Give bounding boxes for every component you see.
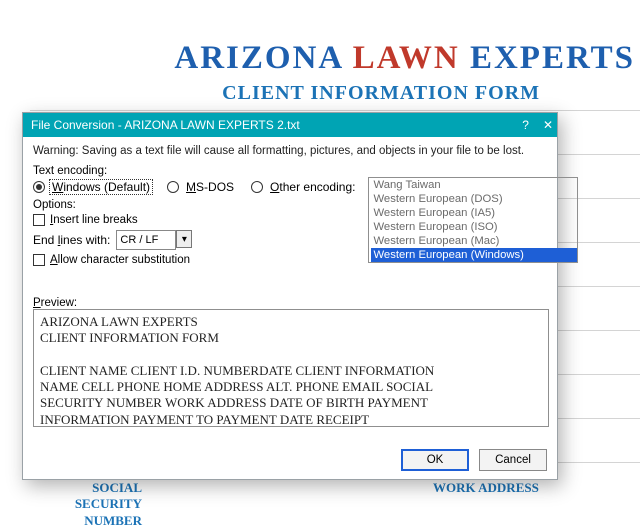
encoding-radio-row: Windows (Default) MS-DOS Other encoding: [33,179,358,195]
label-ssn-l1: SOCIAL [30,480,142,496]
preview-line: INFORMATION PAYMENT TO PAYMENT DATE RECE… [40,412,542,428]
doc-title-seg1: ARIZONA [174,40,352,76]
radio-other-label: Other encoding: [267,179,358,195]
label-ssn: SOCIAL SECURITY NUMBER [30,480,150,529]
preview-line [40,347,542,363]
radio-other[interactable]: Other encoding: [251,179,358,195]
dialog-titlebar[interactable]: File Conversion - ARIZONA LAWN EXPERTS 2… [23,113,557,137]
options-label: Options: [33,199,358,211]
radio-msdos-circle[interactable] [167,181,179,193]
form-footer: SOCIAL SECURITY NUMBER WORK ADDRESS [30,480,630,529]
encoding-listbox[interactable]: Wang TaiwanWestern European (DOS)Western… [368,177,578,263]
encoding-option[interactable]: Western European (DOS) [371,192,577,206]
cancel-button[interactable]: Cancel [479,449,547,471]
file-conversion-dialog: File Conversion - ARIZONA LAWN EXPERTS 2… [22,112,558,480]
dialog-buttons: OK Cancel [401,449,547,471]
ok-button[interactable]: OK [401,449,469,471]
doc-title-seg3: EXPERTS [460,40,635,76]
doc-title-seg2: LAWN [353,40,460,76]
radio-windows-circle[interactable] [33,181,45,193]
checkbox-icon[interactable] [33,214,45,226]
radio-msdos-label: MS-DOS [183,179,237,195]
cb-allow-sub-label: Allow character substitution [50,254,190,266]
encoding-option[interactable]: Western European (ISO) [371,220,577,234]
label-ssn-l2: SECURITY [30,496,142,512]
chevron-down-icon[interactable]: ▾ [176,230,192,248]
text-encoding-label: Text encoding: [33,165,547,177]
close-button[interactable]: ✕ [543,118,553,132]
label-ssn-l3: NUMBER [30,513,142,529]
encoding-option[interactable]: Western European (Mac) [371,234,577,248]
preview-line: CLIENT NAME CLIENT I.D. NUMBERDATE CLIEN… [40,363,542,379]
end-lines-value: CR / LF [120,234,158,246]
doc-title: ARIZONA LAWN EXPERTS [174,40,635,77]
encoding-option[interactable]: Wang Taiwan [371,178,577,192]
encoding-option[interactable]: Western European (Windows) [371,248,577,262]
end-lines-combo[interactable]: CR / LF [116,230,176,250]
preview-line: SECURITY NUMBER WORK ADDRESS DATE OF BIR… [40,395,542,411]
preview-textbox[interactable]: ARIZONA LAWN EXPERTSCLIENT INFORMATION F… [33,309,549,427]
radio-windows[interactable]: Windows (Default) [33,179,153,195]
warning-text: Warning: Saving as a text file will caus… [33,143,547,163]
preview-label: Preview: [33,297,547,309]
preview-line: CLIENT INFORMATION FORM [40,330,542,346]
radio-windows-label: Windows (Default) [49,179,153,195]
encoding-option[interactable]: Western European (IA5) [371,206,577,220]
help-button[interactable]: ? [522,118,529,132]
cb-insert-line-breaks-label: Insert line breaks [50,214,138,226]
preview-line: NAME CELL PHONE HOME ADDRESS ALT. PHONE … [40,379,542,395]
dialog-title-text: File Conversion - ARIZONA LAWN EXPERTS 2… [31,118,300,132]
cb-insert-line-breaks[interactable]: Insert line breaks [33,214,358,226]
label-work-address: WORK ADDRESS [433,480,583,529]
end-lines-with-label: End lines with: [33,233,110,247]
cb-allow-sub[interactable]: Allow character substitution [33,254,358,266]
radio-other-circle[interactable] [251,181,263,193]
preview-line: ARIZONA LAWN EXPERTS [40,314,542,330]
doc-subtitle: CLIENT INFORMATION FORM [222,82,540,105]
radio-msdos[interactable]: MS-DOS [167,179,237,195]
dialog-body: Warning: Saving as a text file will caus… [23,137,557,435]
checkbox-icon[interactable] [33,254,45,266]
end-lines-with-row: End lines with: CR / LF ▾ [33,230,358,250]
